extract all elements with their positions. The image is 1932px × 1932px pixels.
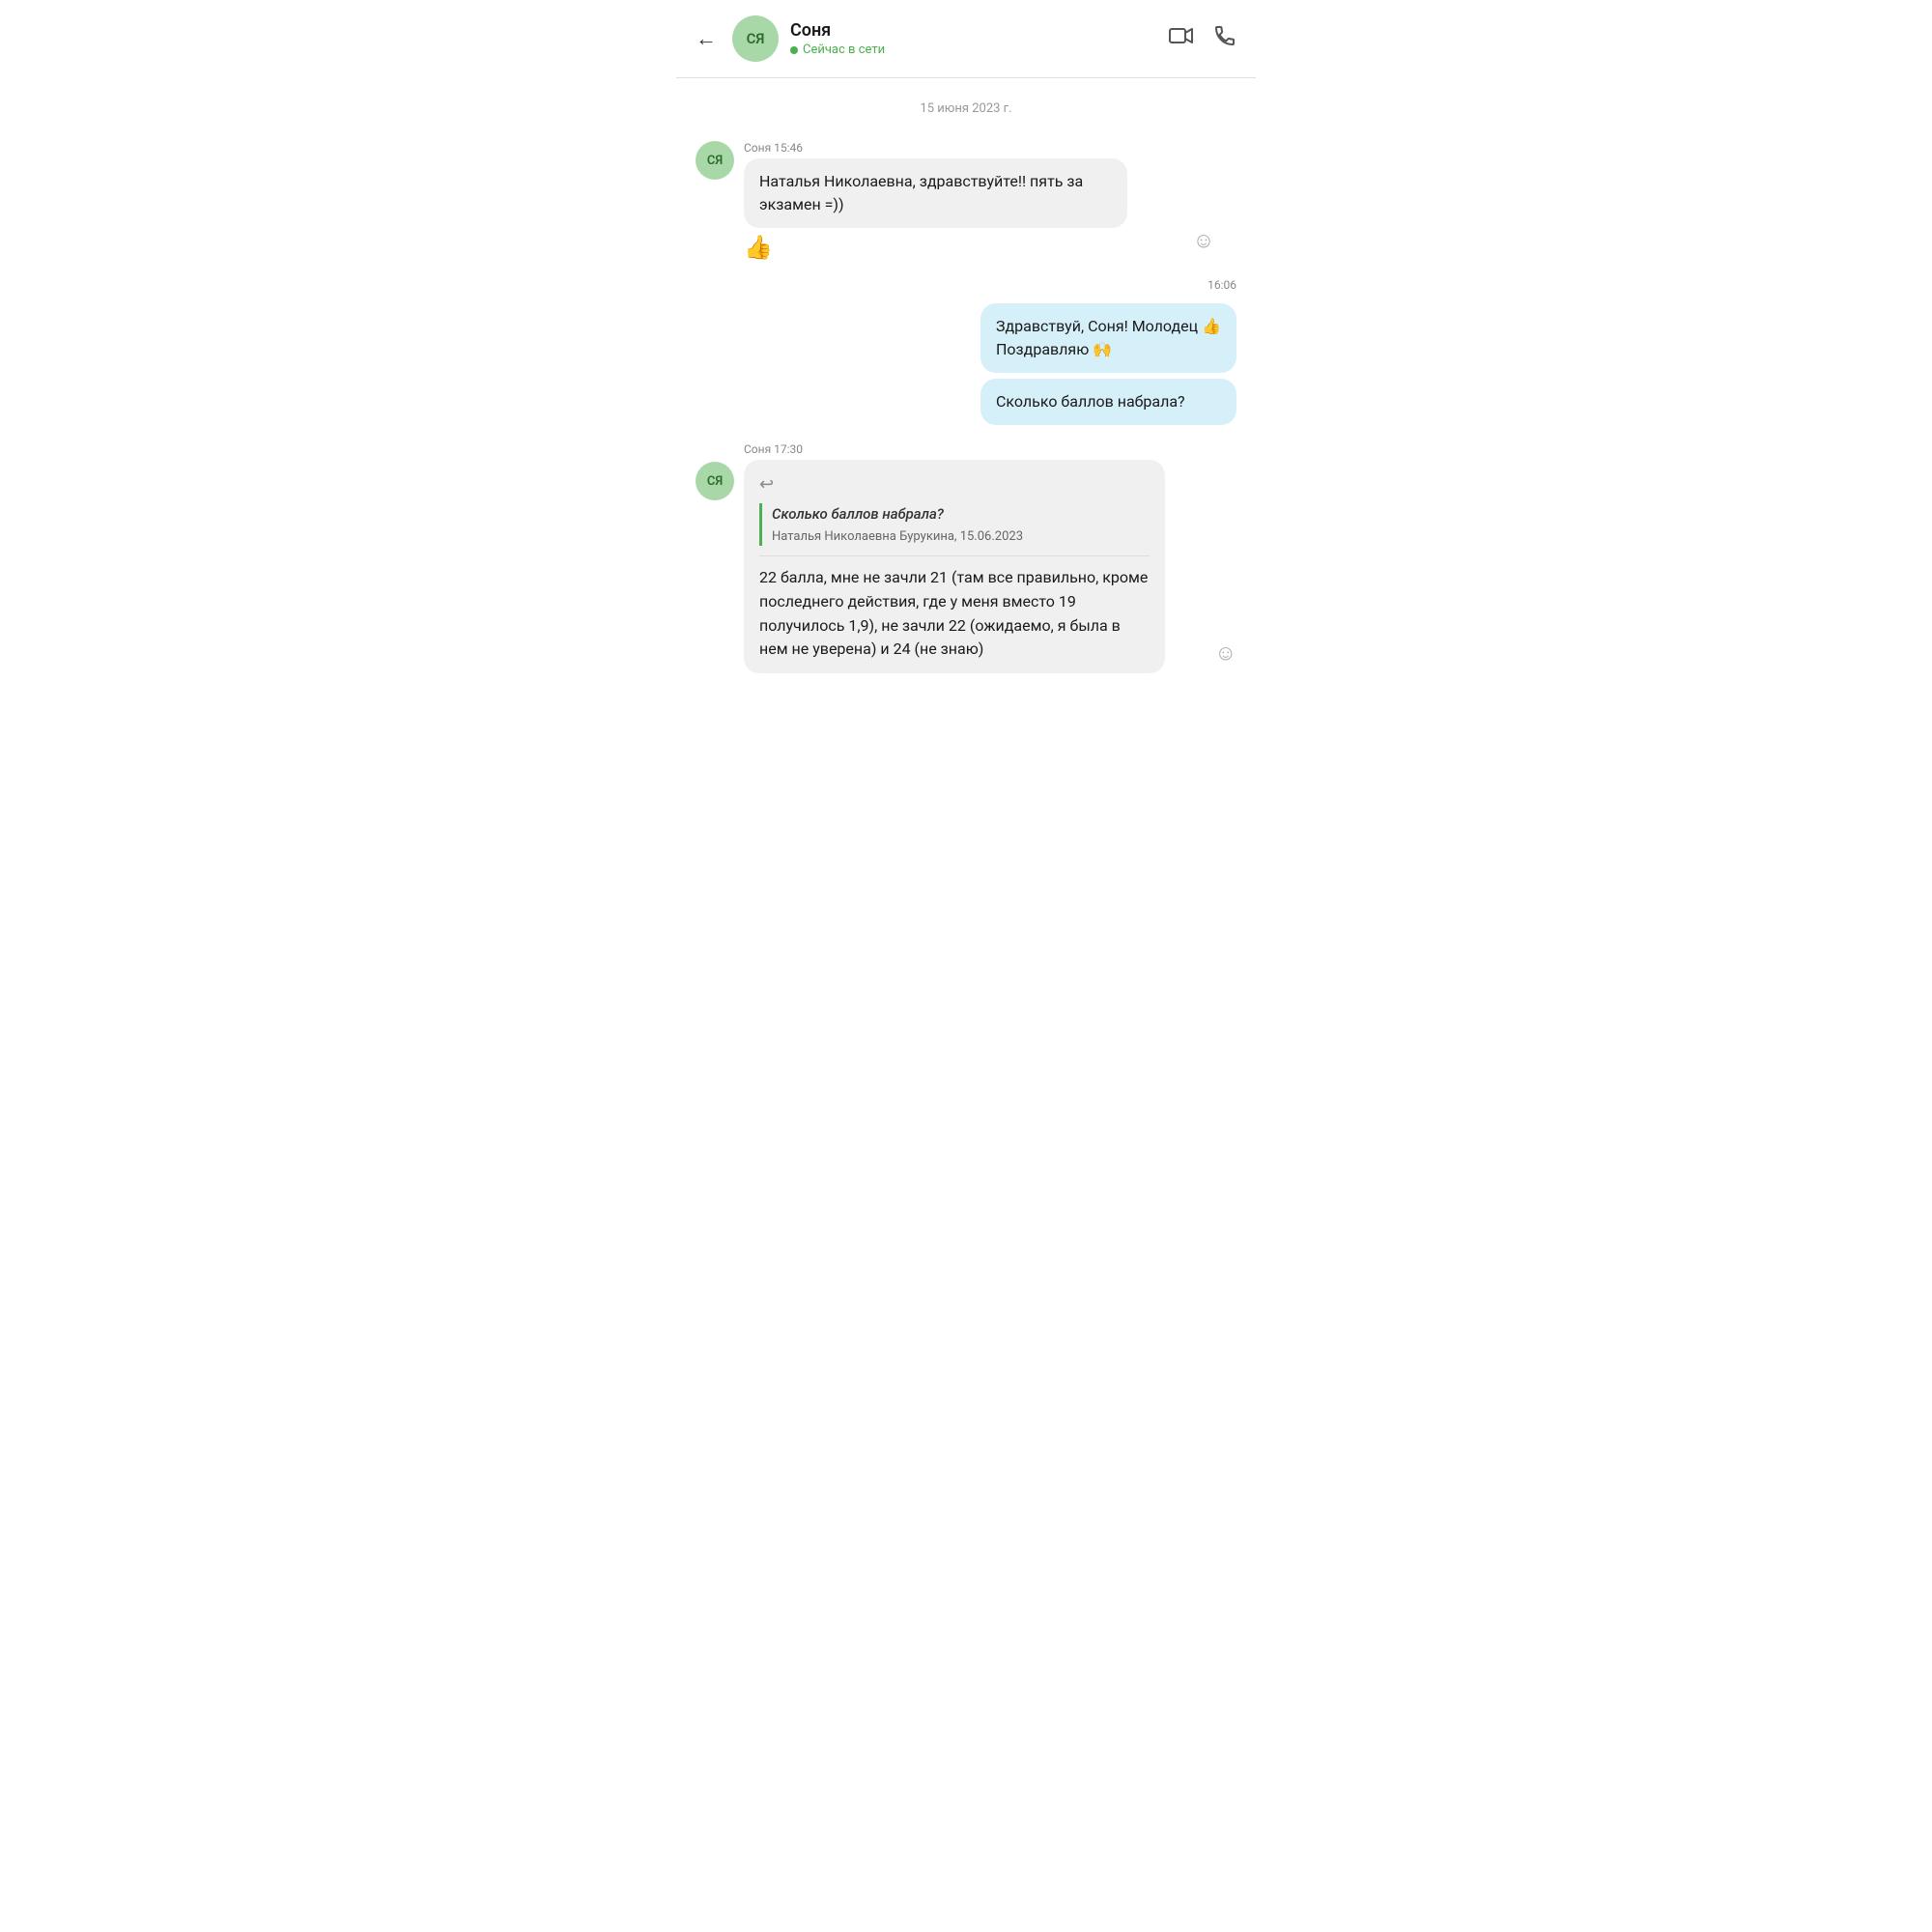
smiley-button-3[interactable]: ☺: [1215, 640, 1236, 666]
smiley-button-1[interactable]: ☺: [1193, 228, 1214, 253]
reply-indicator-icon: ↩: [759, 471, 1150, 497]
msg-main-text-3: 22 балла, мне не зачли 21 (там все прави…: [759, 566, 1150, 662]
message-row-3: СЯ Соня 17:30 ↩ Сколько баллов набрала? …: [696, 442, 1236, 673]
contact-name: Соня: [790, 20, 1157, 41]
header-actions: [1169, 23, 1236, 54]
sender-avatar-1: СЯ: [696, 141, 734, 180]
msg-text-2a: Здравствуй, Соня! Молодец 👍Поздравляю 🙌: [996, 317, 1221, 358]
video-call-button[interactable]: [1169, 23, 1194, 54]
reply-quote-author: Наталья Николаевна Бурукина, 15.06.2023: [772, 527, 1150, 547]
msg-reaction-1[interactable]: 👍: [744, 234, 1127, 261]
message-group-1: СЯ Соня 15:46 Наталья Николаевна, здравс…: [696, 141, 1236, 261]
status-dot-icon: [790, 46, 798, 54]
msg-time-3: Соня 17:30: [744, 442, 1165, 456]
contact-avatar: СЯ: [732, 15, 779, 62]
incoming-message-3: СЯ Соня 17:30 ↩ Сколько баллов набрала? …: [696, 442, 1209, 673]
msg-bubble-2b: Сколько баллов набрала?: [980, 379, 1236, 425]
contact-status: Сейчас в сети: [790, 43, 1157, 57]
msg-bubble-3: ↩ Сколько баллов набрала? Наталья Никола…: [744, 460, 1165, 673]
msg-bubble-2a: Здравствуй, Соня! Молодец 👍Поздравляю 🙌: [980, 303, 1236, 373]
msg-text-1: Наталья Николаевна, здравствуйте!! пять …: [759, 172, 1083, 213]
message-group-2: 16:06 Здравствуй, Соня! Молодец 👍Поздрав…: [696, 278, 1236, 425]
date-divider: 15 июня 2023 г.: [696, 94, 1236, 124]
message-group-3: СЯ Соня 17:30 ↩ Сколько баллов набрала? …: [696, 442, 1236, 673]
msg-time-2: 16:06: [696, 278, 1236, 292]
sender-avatar-3: СЯ: [696, 462, 734, 500]
contact-info: Соня Сейчас в сети: [790, 20, 1157, 57]
msg-content-2: Здравствуй, Соня! Молодец 👍Поздравляю 🙌 …: [980, 303, 1236, 425]
message-row-1: СЯ Соня 15:46 Наталья Николаевна, здравс…: [696, 141, 1236, 261]
reply-quote-text: Сколько баллов набрала?: [772, 503, 1150, 526]
msg-content-3: Соня 17:30 ↩ Сколько баллов набрала? Нат…: [744, 442, 1165, 673]
voice-call-button[interactable]: [1213, 24, 1236, 53]
msg-content-1: Соня 15:46 Наталья Николаевна, здравству…: [744, 141, 1127, 261]
incoming-message-1: СЯ Соня 15:46 Наталья Николаевна, здравс…: [696, 141, 1187, 261]
back-button[interactable]: ←: [696, 26, 717, 51]
outgoing-message-2: Здравствуй, Соня! Молодец 👍Поздравляю 🙌 …: [696, 303, 1236, 425]
msg-text-2b: Сколько баллов набрала?: [996, 392, 1185, 411]
chat-header: ← СЯ Соня Сейчас в сети: [676, 0, 1256, 78]
msg-bubble-1: Наталья Николаевна, здравствуйте!! пять …: [744, 158, 1127, 228]
reply-divider: [759, 555, 1150, 556]
reply-quote: Сколько баллов набрала? Наталья Николаев…: [759, 503, 1150, 546]
msg-time-1: Соня 15:46: [744, 141, 1127, 155]
chat-body: 15 июня 2023 г. СЯ Соня 15:46 Наталья Ни…: [676, 78, 1256, 689]
